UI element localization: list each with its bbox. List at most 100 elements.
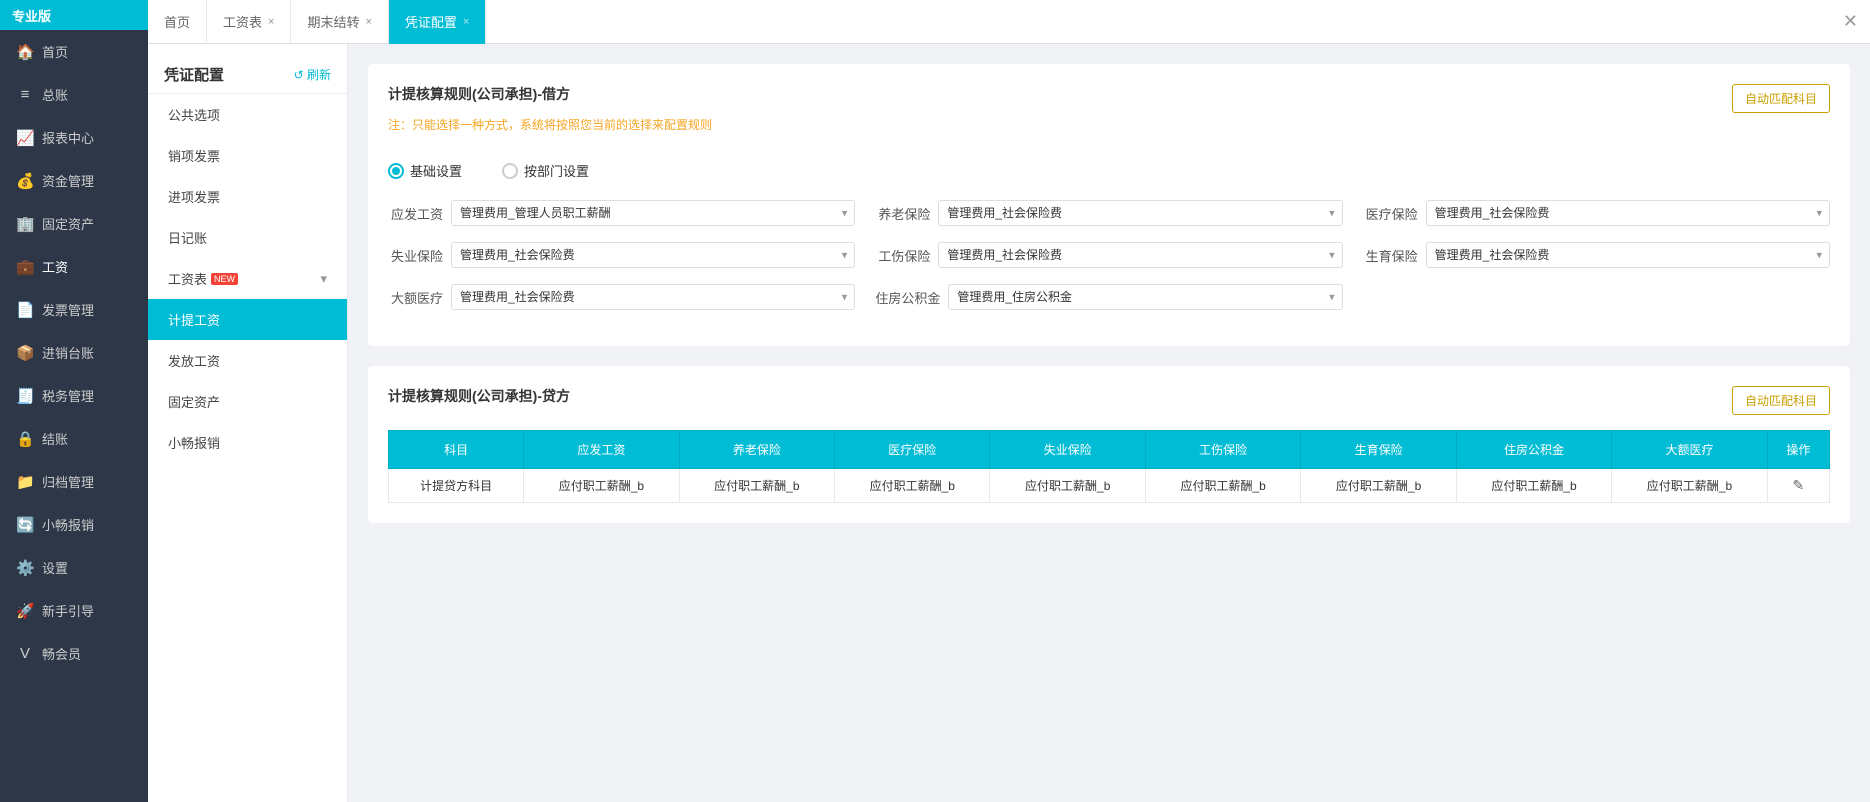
field-housing-fund: 住房公积金 管理费用_住房公积金 — [875, 284, 1342, 310]
left-nav-purchase-invoice[interactable]: 进项发票 — [148, 176, 347, 217]
field-maternity: 生育保险 管理费用_社会保险费 — [1363, 242, 1830, 268]
housing-fund-select[interactable]: 管理费用_住房公积金 — [948, 284, 1342, 310]
sidebar-item-invoice[interactable]: 📄 发票管理 — [0, 288, 148, 331]
tab-voucher-config[interactable]: 凭证配置 × — [389, 0, 486, 44]
housing-fund-select-wrapper: 管理费用_住房公积金 — [948, 284, 1342, 310]
sidebar-item-tax[interactable]: 🧾 税务管理 — [0, 374, 148, 417]
cell-unemployment: 应付职工薪酬_b — [990, 469, 1145, 503]
col-housing: 住房公积金 — [1456, 431, 1611, 469]
sidebar-item-guide[interactable]: 🚀 新手引导 — [0, 589, 148, 632]
sidebar-item-close[interactable]: 🔒 结账 — [0, 417, 148, 460]
col-maternity: 生育保险 — [1301, 431, 1456, 469]
col-major-medical: 大额医疗 — [1612, 431, 1767, 469]
sidebar-item-home[interactable]: 🏠 首页 — [0, 30, 148, 73]
col-wages: 应发工资 — [524, 431, 679, 469]
assets-icon: 🏢 — [16, 215, 34, 233]
cell-injury: 应付职工薪酬_b — [1145, 469, 1300, 503]
field-pension: 养老保险 管理费用_社会保险费 — [875, 200, 1342, 226]
left-nav-salary-table[interactable]: 工资表 NEW ▾ — [148, 258, 347, 299]
expand-icon: ▾ — [320, 271, 327, 287]
main-container: 首页 工资表 × 期末结转 × 凭证配置 × ✕ 凭证配置 ↺ 刷新 公共选项 — [148, 0, 1870, 802]
section-credit-title: 计提核算规则(公司承担)-贷方 — [388, 386, 570, 406]
cell-housing: 应付职工薪酬_b — [1456, 469, 1611, 503]
cell-wages: 应付职工薪酬_b — [524, 469, 679, 503]
field-major-medical: 大额医疗 管理费用_社会保险费 — [388, 284, 855, 310]
cell-pension: 应付职工薪酬_b — [679, 469, 834, 503]
sidebar-item-funds[interactable]: 💰 资金管理 — [0, 159, 148, 202]
sidebar-item-stock[interactable]: 📦 进销台账 — [0, 331, 148, 374]
field-unemployment: 失业保险 管理费用_社会保险费 — [388, 242, 855, 268]
credit-table: 科目 应发工资 养老保险 医疗保险 失业保险 工伤保险 生育保险 住房公积金 大… — [388, 430, 1830, 503]
radio-dept[interactable]: 按部门设置 — [502, 161, 589, 180]
left-nav-public[interactable]: 公共选项 — [148, 94, 347, 135]
sidebar-item-settings[interactable]: ⚙️ 设置 — [0, 546, 148, 589]
col-injury: 工伤保险 — [1145, 431, 1300, 469]
sidebar-item-assets[interactable]: 🏢 固定资产 — [0, 202, 148, 245]
pension-select[interactable]: 管理费用_社会保险费 — [938, 200, 1342, 226]
tab-salary-table[interactable]: 工资表 × — [207, 0, 291, 44]
tab-period-close-icon[interactable]: × — [365, 16, 371, 28]
archive-icon: 📁 — [16, 473, 34, 491]
major-medical-select[interactable]: 管理费用_社会保险费 — [451, 284, 855, 310]
left-nav-sales-invoice[interactable]: 销项发票 — [148, 135, 347, 176]
sidebar-item-xiaochang[interactable]: 🔄 小畅报销 — [0, 503, 148, 546]
radio-basic-circle — [388, 163, 404, 179]
left-nav-journal[interactable]: 日记账 — [148, 217, 347, 258]
tab-voucher-close-icon[interactable]: × — [463, 16, 469, 28]
col-unemployment: 失业保险 — [990, 431, 1145, 469]
unemployment-select[interactable]: 管理费用_社会保险费 — [451, 242, 855, 268]
auto-match-credit-button[interactable]: 自动匹配科目 — [1732, 386, 1830, 415]
invoice-icon: 📄 — [16, 301, 34, 319]
sidebar-item-archive[interactable]: 📁 归档管理 — [0, 460, 148, 503]
left-nav: 凭证配置 ↺ 刷新 公共选项 销项发票 进项发票 日记账 工资表 NEW ▾ 计… — [148, 44, 348, 802]
wages-select[interactable]: 管理费用_管理人员职工薪酬 — [451, 200, 855, 226]
refresh-button[interactable]: ↺ 刷新 — [294, 66, 331, 83]
sidebar-item-vip[interactable]: V 畅会员 — [0, 632, 148, 675]
tax-icon: 🧾 — [16, 387, 34, 405]
funds-icon: 💰 — [16, 172, 34, 190]
new-badge: NEW — [211, 273, 238, 285]
left-nav-xiaochang-expense[interactable]: 小畅报销 — [148, 422, 347, 463]
cell-major-medical: 应付职工薪酬_b — [1612, 469, 1767, 503]
medical-select[interactable]: 管理费用_社会保险费 — [1426, 200, 1830, 226]
app-title: 专业版 — [0, 0, 148, 30]
close-accounts-icon: 🔒 — [16, 430, 34, 448]
pension-select-wrapper: 管理费用_社会保险费 — [938, 200, 1342, 226]
sidebar-item-reports[interactable]: 📈 报表中心 — [0, 116, 148, 159]
sidebar-item-salary[interactable]: 💼 工资 — [0, 245, 148, 288]
left-nav-calc-salary[interactable]: 计提工资 — [148, 299, 347, 340]
radio-basic[interactable]: 基础设置 — [388, 161, 462, 180]
form-row-1: 应发工资 管理费用_管理人员职工薪酬 养老保险 管理费用_社会保险费 — [388, 200, 1830, 226]
close-window-icon[interactable]: ✕ — [1831, 11, 1870, 32]
form-row-3: 大额医疗 管理费用_社会保险费 住房公积金 管理费用_住房公积金 — [388, 284, 1830, 310]
maternity-select[interactable]: 管理费用_社会保险费 — [1426, 242, 1830, 268]
cell-subject: 计提贷方科目 — [389, 469, 524, 503]
table-row: 计提贷方科目 应付职工薪酬_b 应付职工薪酬_b 应付职工薪酬_b 应付职工薪酬… — [389, 469, 1830, 503]
medical-select-wrapper: 管理费用_社会保险费 — [1426, 200, 1830, 226]
section-debit-title: 计提核算规则(公司承担)-借方 — [388, 84, 712, 104]
tab-bar: 首页 工资表 × 期末结转 × 凭证配置 × ✕ — [148, 0, 1870, 44]
major-medical-select-wrapper: 管理费用_社会保险费 — [451, 284, 855, 310]
edit-icon[interactable]: ✎ — [1792, 477, 1804, 493]
tab-period-end[interactable]: 期末结转 × — [291, 0, 388, 44]
auto-match-debit-button[interactable]: 自动匹配科目 — [1732, 84, 1830, 113]
injury-select[interactable]: 管理费用_社会保险费 — [938, 242, 1342, 268]
cell-edit[interactable]: ✎ — [1767, 469, 1829, 503]
tab-home[interactable]: 首页 — [148, 0, 207, 44]
inner-layout: 凭证配置 ↺ 刷新 公共选项 销项发票 进项发票 日记账 工资表 NEW ▾ 计… — [148, 44, 1870, 802]
right-content: 计提核算规则(公司承担)-借方 注：只能选择一种方式，系统将按照您当前的选择来配… — [348, 44, 1870, 802]
wages-select-wrapper: 管理费用_管理人员职工薪酬 — [451, 200, 855, 226]
col-action: 操作 — [1767, 431, 1829, 469]
guide-icon: 🚀 — [16, 602, 34, 620]
maternity-select-wrapper: 管理费用_社会保险费 — [1426, 242, 1830, 268]
tab-salary-close-icon[interactable]: × — [268, 16, 274, 28]
page-title: 凭证配置 — [164, 64, 224, 85]
unemployment-select-wrapper: 管理费用_社会保险费 — [451, 242, 855, 268]
sidebar-item-ledger[interactable]: ≡ 总账 — [0, 73, 148, 116]
left-nav-fixed-assets[interactable]: 固定资产 — [148, 381, 347, 422]
section-credit-header: 计提核算规则(公司承担)-贷方 自动匹配科目 — [388, 386, 1830, 418]
xiaochang-icon: 🔄 — [16, 516, 34, 534]
left-nav-issue-salary[interactable]: 发放工资 — [148, 340, 347, 381]
injury-select-wrapper: 管理费用_社会保险费 — [938, 242, 1342, 268]
section-credit: 计提核算规则(公司承担)-贷方 自动匹配科目 科目 应发工资 养老保险 医疗保险… — [368, 366, 1850, 523]
